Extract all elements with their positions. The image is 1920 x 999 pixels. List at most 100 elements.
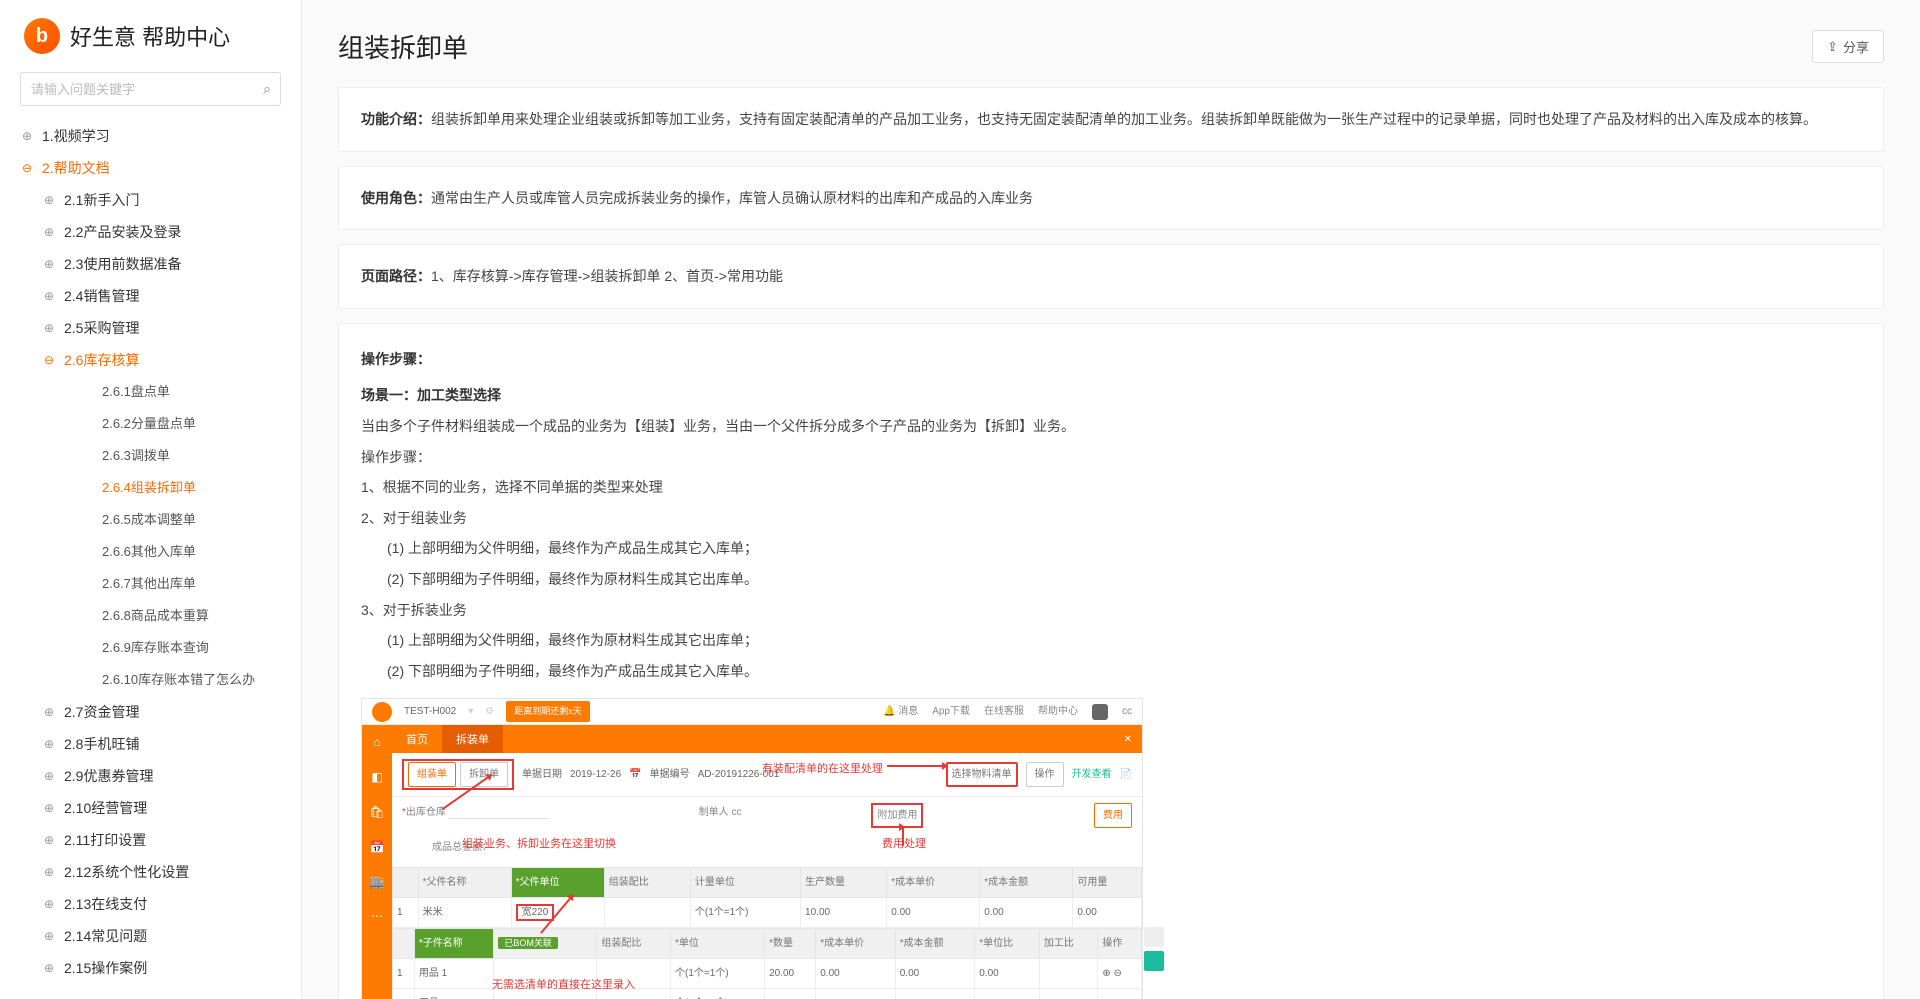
steps-p5a: (1) 上部明细为父件明细，最终作为原材料生成其它出库单； bbox=[361, 627, 1861, 654]
table-header: 加工比 bbox=[1039, 929, 1098, 959]
shot-sidetabs bbox=[1144, 927, 1164, 971]
logo-icon: b bbox=[24, 18, 60, 54]
table-cell: 0.00 bbox=[980, 898, 1073, 928]
main-content: 组装拆卸单 ⇪ 分享 功能介绍：组装拆卸单用来处理企业组装或拆卸等加工业务，支持… bbox=[302, 0, 1920, 999]
anno-switch: 组装业务、拆卸业务在这里切换 bbox=[462, 834, 616, 855]
plus-icon: ⊕ bbox=[20, 129, 34, 143]
shot-help-link: 帮助中心 bbox=[1038, 702, 1078, 721]
table-cell: 2 bbox=[393, 989, 415, 999]
shot-trial-badge: 距离到期还剩x天 bbox=[506, 701, 590, 722]
nav-2-6-10[interactable]: 2.6.10库存账本错了怎么办 bbox=[102, 664, 301, 696]
shot-row2: *出库仓库 制单人 cc 附加费用 费用 bbox=[392, 797, 1142, 834]
shot-date-label: 单据日期 bbox=[522, 765, 562, 784]
steps-p4: 2、对于组装业务 bbox=[361, 505, 1861, 532]
nav-2-13[interactable]: ⊕2.13在线支付 bbox=[42, 888, 301, 920]
shot-date-val: 2019-12-26 bbox=[570, 765, 621, 784]
plus-icon: ⊕ bbox=[42, 737, 56, 751]
nav-2-6-1[interactable]: 2.6.1盘点单 bbox=[102, 376, 301, 408]
nav-2-4[interactable]: ⊕2.4销售管理 bbox=[42, 280, 301, 312]
anno-direct: 无需选清单的直接在这里录入 bbox=[492, 975, 635, 996]
plus-icon: ⊕ bbox=[42, 897, 56, 911]
nav-2-6-3[interactable]: 2.6.3调拨单 bbox=[102, 440, 301, 472]
plus-icon: ⊕ bbox=[42, 705, 56, 719]
search-icon[interactable]: ⌕ bbox=[263, 81, 271, 98]
shot-leftnav: ⌂ ◧ 🛍 📅 🏬 ⋯ bbox=[362, 725, 392, 999]
nav-2-7[interactable]: ⊕2.7资金管理 bbox=[42, 696, 301, 728]
nav-2-2[interactable]: ⊕2.2产品安装及登录 bbox=[42, 216, 301, 248]
plus-icon: ⊕ bbox=[42, 289, 56, 303]
table-cell: 用品 1 bbox=[414, 989, 494, 999]
table-cell bbox=[1039, 959, 1098, 989]
table-header: 计量单位 bbox=[690, 868, 800, 898]
logo-row: b 好生意 帮助中心 bbox=[0, 18, 301, 72]
nav-2-8[interactable]: ⊕2.8手机旺铺 bbox=[42, 728, 301, 760]
anno-fee: 费用处理 bbox=[882, 834, 926, 855]
nav-2-14[interactable]: ⊕2.14常见问题 bbox=[42, 920, 301, 952]
shot-logo-icon bbox=[372, 702, 392, 722]
nav-2-9[interactable]: ⊕2.9优惠券管理 bbox=[42, 760, 301, 792]
plus-icon: ⊕ bbox=[42, 929, 56, 943]
path-card: 页面路径：1、库存核算->库存管理->组装拆卸单 2、首页->常用功能 bbox=[338, 244, 1884, 309]
sidetab-icon bbox=[1144, 951, 1164, 971]
nav-video[interactable]: ⊕1.视频学习 bbox=[20, 120, 301, 152]
table-header: *子件名称 bbox=[414, 929, 494, 959]
nav-2-6-9[interactable]: 2.6.9库存账本查询 bbox=[102, 632, 301, 664]
table-cell: 个(1个=1个) bbox=[670, 989, 764, 999]
nav-2-6-5[interactable]: 2.6.5成本调整单 bbox=[102, 504, 301, 536]
table-cell: 1 bbox=[393, 898, 419, 928]
table-cell: 10.00 bbox=[801, 898, 887, 928]
table-cell: 0.00 bbox=[1073, 898, 1142, 928]
table-cell bbox=[1039, 989, 1098, 999]
table-header: *父件单位 bbox=[511, 868, 604, 898]
plus-icon: ⊕ bbox=[42, 225, 56, 239]
table-header: *成本单价 bbox=[887, 868, 980, 898]
store-icon: 🏬 bbox=[370, 871, 385, 894]
dots-icon: ⋯ bbox=[371, 905, 383, 928]
shot-no-label: 单据编号 bbox=[650, 765, 690, 784]
table-cell: 0.00 bbox=[887, 898, 980, 928]
shot-dev-link: 开发查看 bbox=[1072, 765, 1112, 784]
nav-2-15[interactable]: ⊕2.15操作案例 bbox=[42, 952, 301, 984]
nav-2-6-7[interactable]: 2.6.7其他出库单 bbox=[102, 568, 301, 600]
table-cell: 20.00 bbox=[765, 959, 816, 989]
nav-2-6-6[interactable]: 2.6.6其他入库单 bbox=[102, 536, 301, 568]
table-header: 可用量 bbox=[1073, 868, 1142, 898]
role-text: 通常由生产人员或库管人员完成拆装业务的操作，库管人员确认原材料的出库和产成品的入… bbox=[431, 190, 1033, 206]
intro-text: 组装拆卸单用来处理企业组装或拆卸等加工业务，支持有固定装配清单的产品加工业务，也… bbox=[431, 111, 1817, 127]
logo-text: 好生意 帮助中心 bbox=[70, 20, 230, 52]
home-icon: ⌂ bbox=[373, 731, 380, 754]
table-cell: 个(1个=1个) bbox=[690, 898, 800, 928]
nav-docs[interactable]: ⊖2.帮助文档 bbox=[20, 152, 301, 184]
nav-2-1[interactable]: ⊕2.1新手入门 bbox=[42, 184, 301, 216]
table-cell: ⊕ ⊖ bbox=[1098, 989, 1142, 999]
nav-2-11[interactable]: ⊕2.11打印设置 bbox=[42, 824, 301, 856]
steps-p1: 当由多个子件材料组装成一个成品的业务为【组装】业务，当由一个父件拆分成多个子产品… bbox=[361, 413, 1861, 440]
steps-p2: 操作步骤： bbox=[361, 444, 1861, 471]
plus-icon: ⊕ bbox=[42, 769, 56, 783]
nav-2-12[interactable]: ⊕2.12系统个性化设置 bbox=[42, 856, 301, 888]
nav-2-10[interactable]: ⊕2.10经营管理 bbox=[42, 792, 301, 824]
table-cell: 0.00 bbox=[895, 989, 975, 999]
app-screenshot: TEST-H002 ▾ ⚙ 距离到期还剩x天 🔔 消息 App下载 在线客服 帮… bbox=[361, 698, 1143, 999]
nav-2-6-8[interactable]: 2.6.8商品成本重算 bbox=[102, 600, 301, 632]
table-cell: 0.00 bbox=[816, 959, 896, 989]
plus-icon: ⊕ bbox=[42, 833, 56, 847]
shot-company: TEST-H002 bbox=[404, 702, 456, 721]
table-header: *单位比 bbox=[975, 929, 1039, 959]
share-button[interactable]: ⇪ 分享 bbox=[1812, 30, 1884, 63]
search-input[interactable] bbox=[20, 72, 281, 106]
nav-2-3[interactable]: ⊕2.3使用前数据准备 bbox=[42, 248, 301, 280]
nav-2-6[interactable]: ⊖2.6库存核算 bbox=[42, 344, 301, 376]
bag-icon: 🛍 bbox=[369, 801, 384, 824]
table-header: 生产数量 bbox=[801, 868, 887, 898]
table-header: *成本单价 bbox=[816, 929, 896, 959]
shot-avatar-icon bbox=[1092, 704, 1108, 720]
shot-username: cc bbox=[1122, 702, 1132, 721]
role-card: 使用角色：通常由生产人员或库管人员完成拆装业务的操作，库管人员确认原材料的出库和… bbox=[338, 166, 1884, 231]
nav-2-6-2[interactable]: 2.6.2分量盘点单 bbox=[102, 408, 301, 440]
table-cell: 1 bbox=[393, 959, 415, 989]
nav-2-5[interactable]: ⊕2.5采购管理 bbox=[42, 312, 301, 344]
sidebar: b 好生意 帮助中心 ⌕ ⊕1.视频学习 ⊖2.帮助文档 ⊕2.1新手入门 ⊕2… bbox=[0, 0, 302, 999]
shot-msg-icon: 🔔 消息 bbox=[883, 702, 918, 721]
nav-2-6-4[interactable]: 2.6.4组装拆卸单 bbox=[102, 472, 301, 504]
